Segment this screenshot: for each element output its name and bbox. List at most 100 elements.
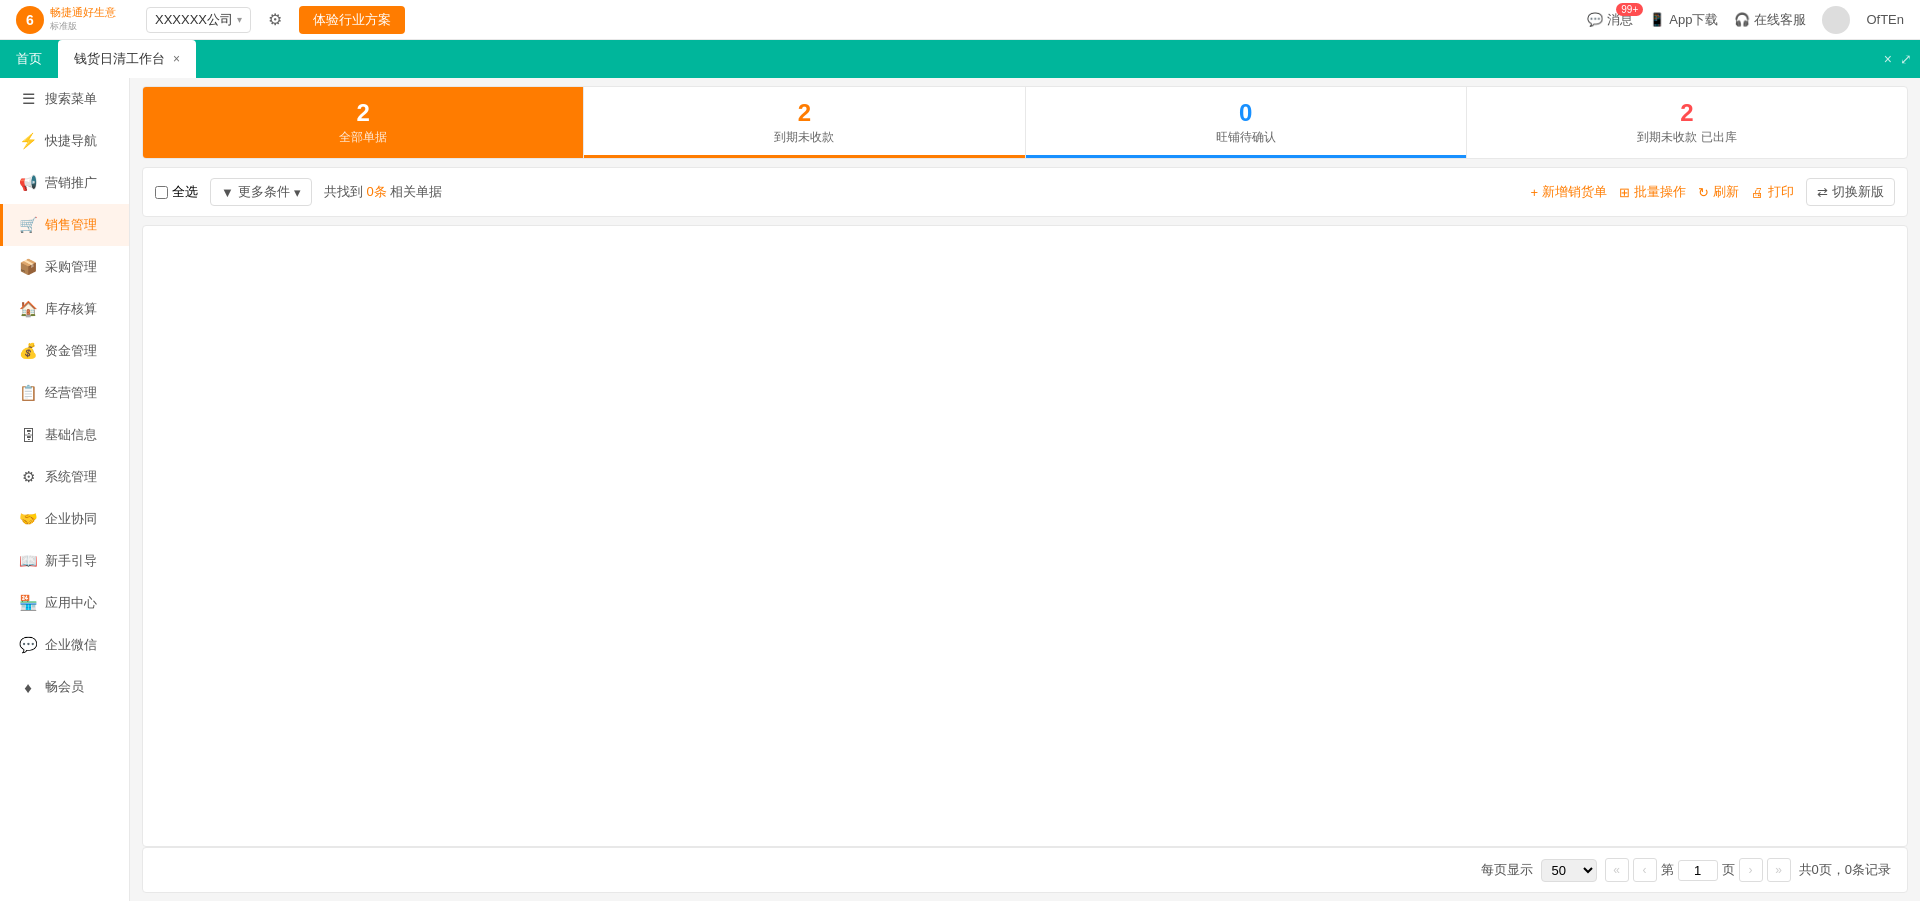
filter-label: 更多条件	[238, 183, 290, 201]
add-icon: +	[1530, 185, 1538, 200]
sidebar-item-system[interactable]: ⚙ 系统管理	[0, 456, 129, 498]
sidebar-item-system-label: 系统管理	[45, 468, 97, 486]
found-count: 0条	[367, 184, 387, 199]
toolbar-right: + 新增销货单 ⊞ 批量操作 ↻ 刷新 🖨 打印 ⇄ 切换新版	[1530, 178, 1895, 206]
chevron-down-icon: ▾	[237, 14, 242, 25]
stat-label-shipped: 到期未收款 已出库	[1637, 129, 1736, 146]
experience-button[interactable]: 体验行业方案	[299, 6, 405, 34]
refresh-button[interactable]: ↻ 刷新	[1698, 183, 1739, 201]
prev-page-button[interactable]: ‹	[1633, 858, 1657, 882]
sidebar-item-basicinfo-label: 基础信息	[45, 426, 97, 444]
window-expand-icon[interactable]: ⤢	[1900, 51, 1912, 67]
sidebar-item-purchase-label: 采购管理	[45, 258, 97, 276]
sidebar-item-member-label: 畅会员	[45, 678, 84, 696]
sidebar-item-member[interactable]: ♦ 畅会员	[0, 666, 129, 708]
stat-card-overdue[interactable]: 2 到期未收款	[584, 87, 1025, 158]
settings-button[interactable]: ⚙	[261, 6, 289, 34]
guide-icon: 📖	[19, 552, 37, 570]
stat-card-wangpu[interactable]: 0 旺铺待确认	[1026, 87, 1467, 158]
stat-number-wangpu: 0	[1239, 99, 1252, 127]
logo-name: 畅捷通好生意	[50, 6, 116, 19]
stat-number-overdue: 2	[798, 99, 811, 127]
page-label: 第	[1661, 861, 1674, 879]
sidebar-item-guide[interactable]: 📖 新手引导	[0, 540, 129, 582]
pagination: 每页显示 50 100 200 « ‹ 第 页 › » 共0页，0条记录	[142, 847, 1908, 893]
batch-operation-button[interactable]: ⊞ 批量操作	[1619, 183, 1686, 201]
top-bar: 6 畅捷通好生意 标准版 XXXXXX公司 ▾ ⚙ 体验行业方案 💬 消息 99…	[0, 0, 1920, 40]
first-page-button[interactable]: «	[1605, 858, 1629, 882]
sidebar-item-sales[interactable]: 🛒 销售管理	[0, 204, 129, 246]
message-button[interactable]: 💬 消息 99+	[1587, 11, 1633, 29]
enterprise-icon: 🤝	[19, 510, 37, 528]
service-icon: 🎧	[1734, 12, 1750, 27]
sidebar-item-marketing[interactable]: 📢 营销推广	[0, 162, 129, 204]
window-close-icon[interactable]: ×	[1884, 51, 1892, 67]
sidebar-item-quicknav[interactable]: ⚡ 快捷导航	[0, 120, 129, 162]
toolbar: 全选 ▼ 更多条件 ▾ 共找到 0条 相关单据 + 新增销货单 ⊞ 批量操作	[142, 167, 1908, 217]
next-page-button[interactable]: ›	[1739, 858, 1763, 882]
sidebar-item-search-label: 搜索菜单	[45, 90, 97, 108]
sidebar-item-basicinfo[interactable]: 🗄 基础信息	[0, 414, 129, 456]
batch-icon: ⊞	[1619, 185, 1630, 200]
sidebar-item-finance-label: 资金管理	[45, 342, 97, 360]
refresh-label: 刷新	[1713, 183, 1739, 201]
app-download-button[interactable]: 📱 App下载	[1649, 11, 1718, 29]
company-selector[interactable]: XXXXXX公司 ▾	[146, 7, 251, 33]
sidebar: ☰ 搜索菜单 ⚡ 快捷导航 📢 营销推广 🛒 销售管理 📦 采购管理 🏠 库存核…	[0, 78, 130, 901]
per-page-select[interactable]: 50 100 200	[1541, 859, 1597, 882]
select-all-checkbox[interactable]	[155, 186, 168, 199]
select-all-label: 全选	[172, 183, 198, 201]
company-name: XXXXXX公司	[155, 11, 233, 29]
found-prefix: 共找到	[324, 184, 363, 199]
tab-work-station-label: 钱货日清工作台	[74, 50, 165, 68]
sidebar-item-wecom-label: 企业微信	[45, 636, 97, 654]
user-name[interactable]: OfTEn	[1866, 12, 1904, 27]
tab-close-icon[interactable]: ×	[173, 52, 180, 66]
top-bar-left: 6 畅捷通好生意 标准版 XXXXXX公司 ▾ ⚙ 体验行业方案	[16, 6, 405, 34]
switch-version-button[interactable]: ⇄ 切换新版	[1806, 178, 1895, 206]
sidebar-item-search[interactable]: ☰ 搜索菜单	[0, 78, 129, 120]
found-suffix: 相关单据	[390, 184, 442, 199]
operations-icon: 📋	[19, 384, 37, 402]
marketing-icon: 📢	[19, 174, 37, 192]
app-icon: 📱	[1649, 12, 1665, 27]
main-layout: ☰ 搜索菜单 ⚡ 快捷导航 📢 营销推广 🛒 销售管理 📦 采购管理 🏠 库存核…	[0, 78, 1920, 901]
page-input[interactable]	[1678, 860, 1718, 881]
page-nav: « ‹ 第 页 › »	[1605, 858, 1791, 882]
sidebar-item-enterprise[interactable]: 🤝 企业协同	[0, 498, 129, 540]
sidebar-item-marketing-label: 营销推广	[45, 174, 97, 192]
appcenter-icon: 🏪	[19, 594, 37, 612]
page-suffix: 页	[1722, 861, 1735, 879]
sidebar-item-appcenter-label: 应用中心	[45, 594, 97, 612]
filter-button[interactable]: ▼ 更多条件 ▾	[210, 178, 312, 206]
print-button[interactable]: 🖨 打印	[1751, 183, 1794, 201]
stat-number-all: 2	[356, 99, 369, 127]
stat-card-shipped[interactable]: 2 到期未收款 已出库	[1467, 87, 1907, 158]
last-page-button[interactable]: »	[1767, 858, 1791, 882]
sidebar-item-inventory[interactable]: 🏠 库存核算	[0, 288, 129, 330]
stat-label-overdue: 到期未收款	[774, 129, 834, 146]
table-area	[142, 225, 1908, 847]
tab-home[interactable]: 首页	[0, 40, 58, 78]
tab-work-station[interactable]: 钱货日清工作台 ×	[58, 40, 196, 78]
sidebar-item-operations[interactable]: 📋 经营管理	[0, 372, 129, 414]
content-area: 2 全部单据 2 到期未收款 0 旺铺待确认 2 到期未收款 已出库 全选	[130, 78, 1920, 901]
logo-sub: 标准版	[50, 20, 116, 33]
total-text: 共0页，0条记录	[1799, 861, 1891, 879]
sidebar-item-purchase[interactable]: 📦 采购管理	[0, 246, 129, 288]
sidebar-item-wecom[interactable]: 💬 企业微信	[0, 624, 129, 666]
sidebar-item-guide-label: 新手引导	[45, 552, 97, 570]
stat-underline-overdue	[584, 155, 1024, 158]
sidebar-item-appcenter[interactable]: 🏪 应用中心	[0, 582, 129, 624]
online-service-button[interactable]: 🎧 在线客服	[1734, 11, 1806, 29]
message-icon: 💬	[1587, 12, 1603, 27]
top-bar-right: 💬 消息 99+ 📱 App下载 🎧 在线客服 OfTEn	[1587, 6, 1904, 34]
batch-label: 批量操作	[1634, 183, 1686, 201]
filter-arrow-icon: ▾	[294, 185, 301, 200]
stats-row: 2 全部单据 2 到期未收款 0 旺铺待确认 2 到期未收款 已出库	[142, 86, 1908, 159]
quicknav-icon: ⚡	[19, 132, 37, 150]
sidebar-item-finance[interactable]: 💰 资金管理	[0, 330, 129, 372]
sidebar-item-inventory-label: 库存核算	[45, 300, 97, 318]
add-sale-order-button[interactable]: + 新增销货单	[1530, 183, 1607, 201]
stat-card-all[interactable]: 2 全部单据	[143, 87, 584, 158]
